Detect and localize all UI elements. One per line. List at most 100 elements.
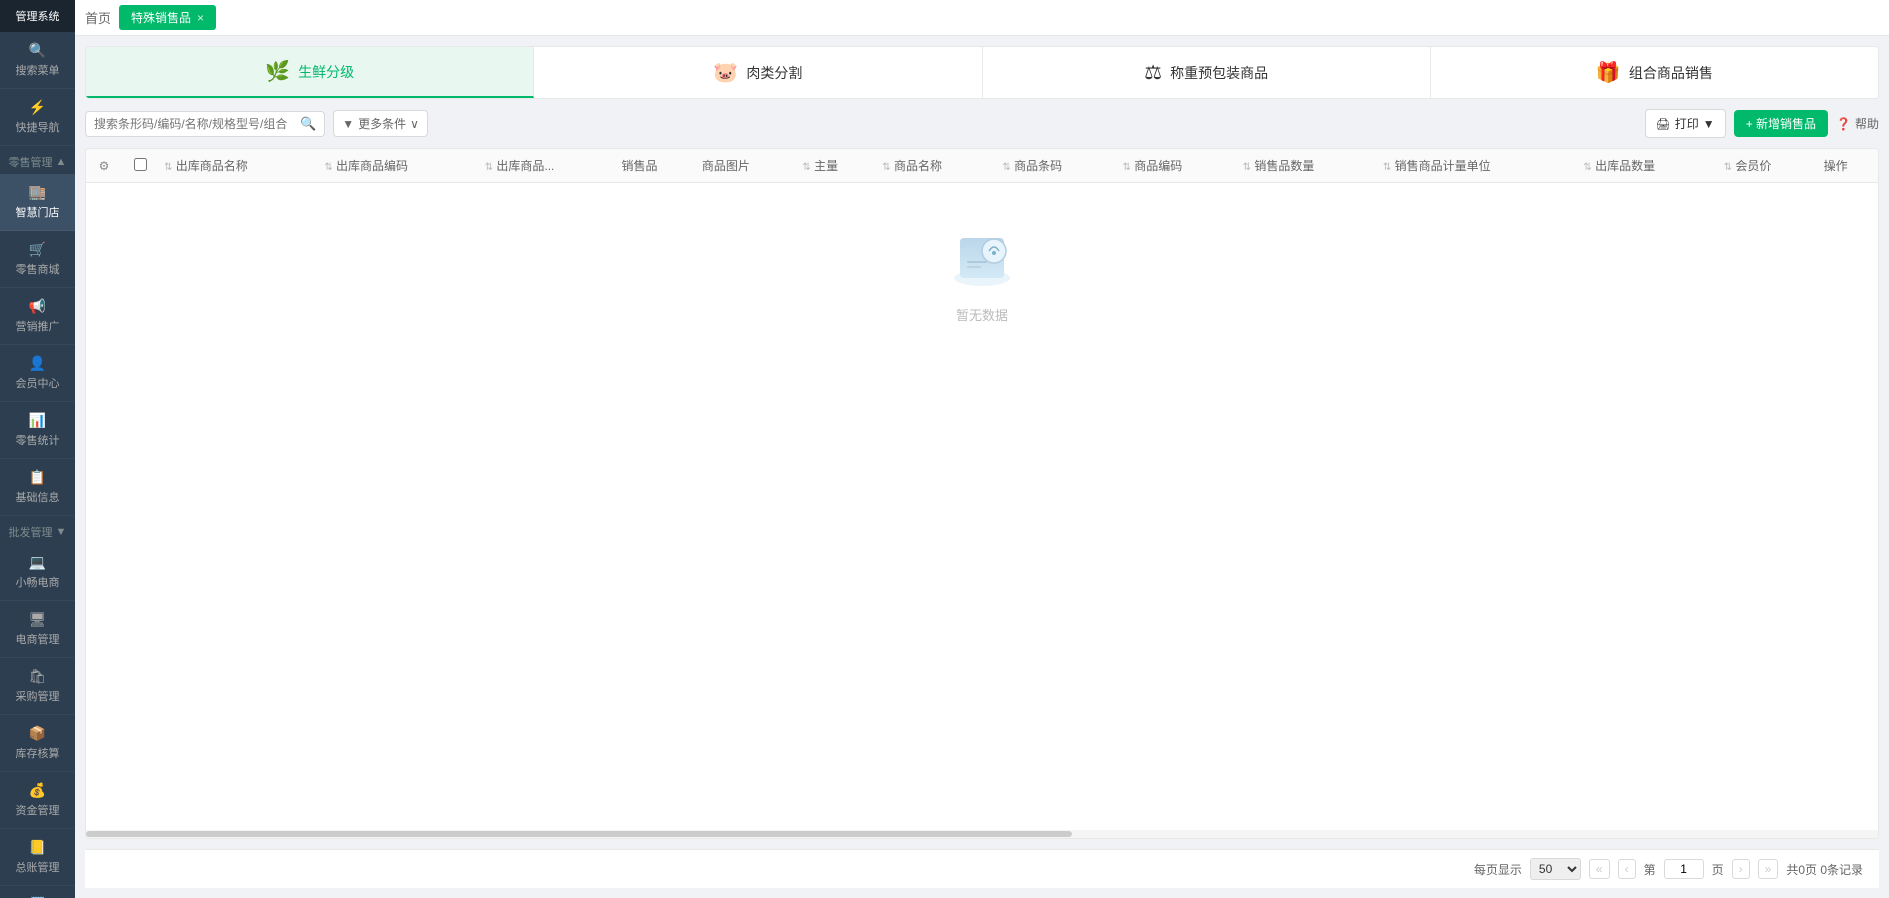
chevron-down-icon: ▼ [1703,117,1715,131]
sidebar-item-label: 零售统计 [16,432,60,448]
filter-label: 更多条件 [358,115,406,132]
sidebar-item-label: 采购管理 [16,688,60,704]
chevron-icon: ▲ [56,156,67,168]
sidebar-item-finance[interactable]: 💰 资金管理 [0,772,75,829]
cat-tab-label: 称重预包装商品 [1170,63,1268,83]
sidebar-item-quick-nav[interactable]: ⚡ 快捷导航 [0,89,75,146]
th-out-qty[interactable]: ⇅ 出库品数量 [1577,149,1717,183]
th-barcode[interactable]: ⇅ 商品条码 [996,149,1116,183]
th-sale-unit[interactable]: ⇅ 销售商品计量单位 [1377,149,1577,183]
promo-icon: 📢 [29,298,46,315]
page-number-input[interactable] [1664,859,1704,879]
th-goods-code[interactable]: ⇅ 商品编码 [1117,149,1237,183]
help-icon: ❓ [1836,117,1851,131]
cat-tab-meat-cut[interactable]: 🐷 肉类分割 [534,47,982,98]
sort-icon: ⇅ [802,162,810,173]
sidebar-item-label: 库存核算 [16,745,60,761]
finance-icon: 💰 [29,782,46,799]
sidebar-item-ecom-mgmt[interactable]: 🖥 电商管理 [0,601,75,658]
sort-icon: ⇅ [1583,162,1591,173]
cat-tab-label: 肉类分割 [746,63,802,83]
sidebar-item-label: 快捷导航 [16,119,60,135]
sidebar-item-invoice[interactable]: 🧾 发票管理 [0,886,75,898]
horizontal-scrollbar[interactable] [86,830,1878,838]
th-out-spec[interactable]: ⇅ 出库商品... [479,149,616,183]
th-goods-img[interactable]: 商品图片 [696,149,796,183]
ecom-icon: 💻 [29,554,46,571]
toolbar-right: 🖨 打印 ▼ + 新增销售品 ❓ 帮助 [1645,109,1879,138]
sidebar-item-members[interactable]: 👤 会员中心 [0,345,75,402]
th-sale-qty[interactable]: ⇅ 销售品数量 [1237,149,1377,183]
page-size-select[interactable]: 20 50 100 [1530,858,1581,880]
add-sale-item-button[interactable]: + 新增销售品 [1734,110,1828,137]
last-page-button[interactable]: » [1758,859,1779,879]
th-goods-name[interactable]: ⇅ 商品名称 [876,149,996,183]
cat-tab-combo-sales[interactable]: 🎁 组合商品销售 [1431,47,1878,98]
sort-icon: ⇅ [1243,162,1251,173]
sidebar-item-retail-stats[interactable]: 📊 零售统计 [0,402,75,459]
sidebar-item-mini-ecom[interactable]: 💻 小畅电商 [0,544,75,601]
main-area: 首页 特殊销售品 × 🌿 生鲜分级 🐷 肉类分割 ⚖ 称重预包装商品 🎁 组合商… [75,0,1889,898]
page-label-prefix: 第 [1644,861,1656,878]
search-icon: 🔍 [300,116,316,132]
sidebar-item-retail-mall[interactable]: 🛒 零售商城 [0,231,75,288]
sidebar-item-retail-mgmt[interactable]: 零售管理 ▲ [0,146,75,174]
sidebar-item-label: 会员中心 [16,375,60,391]
prev-page-button[interactable]: ‹ [1618,859,1636,879]
ledger-icon: 📒 [29,839,46,856]
help-button[interactable]: ❓ 帮助 [1836,115,1879,132]
purchase-icon: 🛍 [29,668,47,685]
first-page-button[interactable]: « [1589,859,1610,879]
th-sale-goods[interactable]: 销售品 [615,149,695,183]
search-icon: 🔍 [29,42,46,59]
filter-button[interactable]: ▼ 更多条件 ∨ [333,110,428,137]
th-member-price[interactable]: ⇅ 会员价 [1718,149,1818,183]
print-label: 打印 [1675,115,1699,132]
sort-icon: ⇅ [1123,162,1131,173]
chevron-down-icon: ▼ [56,526,67,538]
total-records-label: 共0页 0条记录 [1786,861,1863,878]
active-tab[interactable]: 特殊销售品 × [119,5,216,30]
th-checkbox[interactable] [122,149,158,183]
sort-icon: ⇅ [485,162,493,173]
cat-tab-fresh-grade[interactable]: 🌿 生鲜分级 [86,47,534,98]
th-actions: 操作 [1818,149,1878,183]
empty-illustration [942,223,1022,293]
category-tabs: 🌿 生鲜分级 🐷 肉类分割 ⚖ 称重预包装商品 🎁 组合商品销售 [85,46,1879,99]
toolbar: 🔍 ▼ 更多条件 ∨ 🖨 打印 ▼ + 新增销售品 ❓ 帮助 [85,109,1879,138]
sidebar-item-label: 零售管理 [9,154,53,170]
cat-tab-weight-pkg[interactable]: ⚖ 称重预包装商品 [983,47,1431,98]
mall-icon: 🛒 [29,241,46,258]
next-page-button[interactable]: › [1732,859,1750,879]
sidebar-item-purchase[interactable]: 🛍 采购管理 [0,658,75,715]
breadcrumb-home[interactable]: 首页 [85,8,111,27]
sidebar-item-label: 资金管理 [16,802,60,818]
sidebar-item-basic-info1[interactable]: 📋 基础信息 [0,459,75,516]
stats-icon: 📊 [29,412,46,429]
chevron-down-icon: ∨ [410,117,419,131]
sidebar-item-search-menu[interactable]: 🔍 搜索菜单 [0,32,75,89]
th-gear[interactable]: ⚙ [86,149,122,183]
print-button[interactable]: 🖨 打印 ▼ [1645,109,1726,138]
tab-close-button[interactable]: × [197,11,204,25]
sidebar-item-general-ledger[interactable]: 📒 总账管理 [0,829,75,886]
sidebar-item-wholesale[interactable]: 批发管理 ▼ [0,516,75,544]
sidebar-item-smart-store[interactable]: 🏬 智慧门店 [0,174,75,231]
th-out-name[interactable]: ⇅ 出库商品名称 [158,149,318,183]
table-wrapper[interactable]: ⚙ ⇅ 出库商品名称 ⇅ 出库商品编码 ⇅ 出库商品... 销售品 商品图片 ⇅… [86,149,1878,830]
pagination-bar: 每页显示 20 50 100 « ‹ 第 页 › » 共0页 0条记录 [85,849,1879,888]
sort-icon: ⇅ [1383,162,1391,173]
th-out-code[interactable]: ⇅ 出库商品编码 [318,149,478,183]
combo-sales-icon: 🎁 [1596,60,1621,85]
select-all-checkbox[interactable] [134,158,147,171]
th-weight[interactable]: ⇅ 主量 [796,149,876,183]
search-input[interactable] [94,117,294,131]
filter-icon: ▼ [342,117,354,131]
fresh-grade-icon: 🌿 [265,59,290,84]
member-icon: 👤 [29,355,46,372]
sidebar-item-inventory[interactable]: 📦 库存核算 [0,715,75,772]
sidebar-item-sales-promo[interactable]: 📢 营销推广 [0,288,75,345]
top-bar: 首页 特殊销售品 × [75,0,1889,36]
printer-icon: 🖨 [1656,117,1671,131]
active-tab-label: 特殊销售品 [131,9,191,26]
